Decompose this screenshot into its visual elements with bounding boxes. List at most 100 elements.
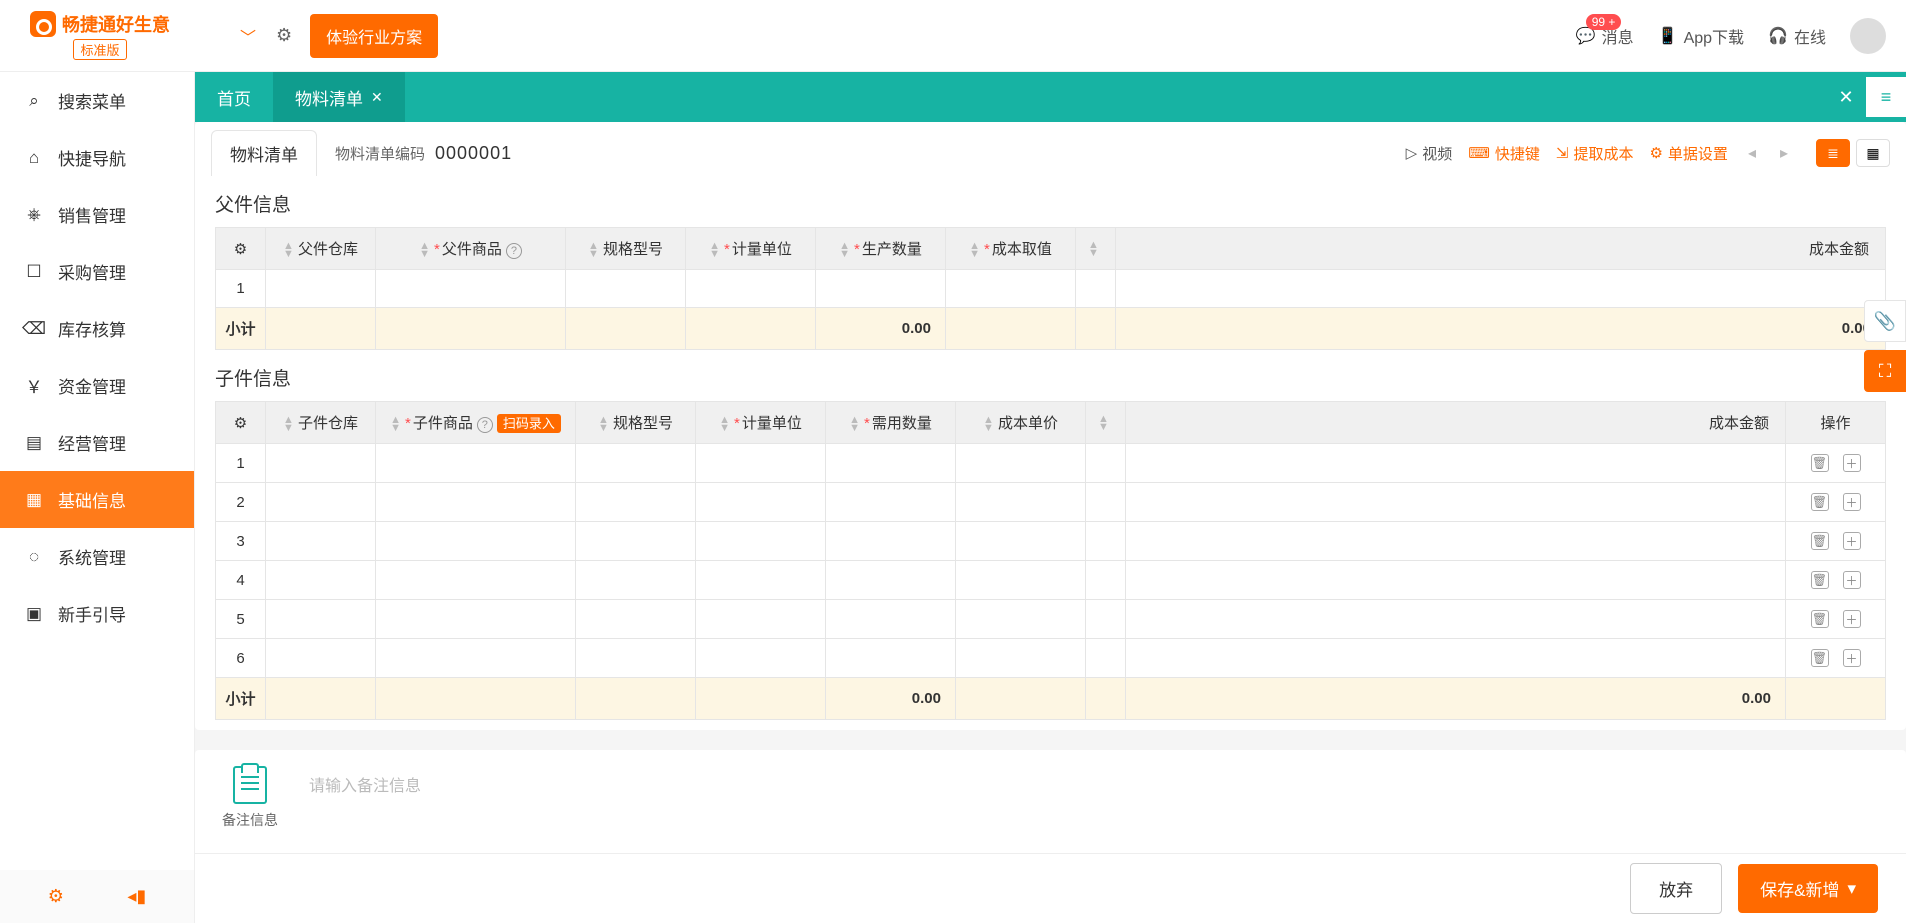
parent-col-blank[interactable]: ▲▼: [1076, 228, 1116, 270]
delete-icon[interactable]: 🗑: [1811, 649, 1829, 667]
video-button[interactable]: ▷视频: [1406, 143, 1453, 164]
sidebar-item-5[interactable]: ￥ 资金管理: [0, 357, 194, 414]
sidebar-item-2[interactable]: ⎈销售管理: [0, 186, 194, 243]
view-grid-button[interactable]: ▦: [1856, 139, 1890, 167]
delete-icon[interactable]: 🗑: [1811, 610, 1829, 628]
sidebar-item-label: 搜索菜单: [58, 88, 126, 113]
sidebar-icon: ￥: [24, 376, 44, 396]
table-row[interactable]: 6🗑＋: [216, 639, 1886, 678]
org-settings-icon[interactable]: ⚙: [276, 25, 292, 46]
sidebar-icon: ⌫: [24, 319, 44, 339]
table-row[interactable]: 3🗑＋: [216, 522, 1886, 561]
user-avatar[interactable]: [1850, 18, 1886, 54]
tab-bar: 首页 物料清单 ✕ ✕ ≡: [195, 72, 1906, 122]
add-row-icon[interactable]: ＋: [1843, 532, 1861, 550]
messages-button[interactable]: 💬 消息 99 +: [1576, 24, 1634, 48]
app-download-button[interactable]: 📱 App下载: [1658, 24, 1744, 48]
parent-section-title: 父件信息: [195, 176, 1906, 227]
sidebar-item-label: 快捷导航: [58, 145, 126, 170]
parent-col-warehouse[interactable]: ▲▼父件仓库: [266, 228, 376, 270]
child-col-product[interactable]: ▲▼*子件商品?扫码录入: [376, 402, 576, 444]
next-icon[interactable]: ▸: [1776, 143, 1792, 163]
delete-icon[interactable]: 🗑: [1811, 571, 1829, 589]
tab-bom[interactable]: 物料清单 ✕: [273, 72, 405, 122]
page-header: 物料清单 物料清单编码 0000001 ▷视频 ⌨快捷键 ⇲提取成本 ⚙单据设置…: [195, 122, 1906, 176]
child-col-qty[interactable]: ▲▼*需用数量: [826, 402, 956, 444]
attachment-button[interactable]: 📎: [1864, 300, 1906, 342]
child-col-unit[interactable]: ▲▼*计量单位: [696, 402, 826, 444]
child-col-price[interactable]: ▲▼成本单价: [956, 402, 1086, 444]
sidebar-icon: ▦: [24, 490, 44, 510]
child-col-spec[interactable]: ▲▼规格型号: [576, 402, 696, 444]
delete-icon[interactable]: 🗑: [1811, 454, 1829, 472]
parent-col-gear[interactable]: ⚙: [216, 228, 266, 270]
headset-icon: 🎧: [1768, 26, 1788, 46]
table-row[interactable]: 5🗑＋: [216, 600, 1886, 639]
child-subtotal-row: 小计0.000.00: [216, 678, 1886, 720]
shortcut-button[interactable]: ⌨快捷键: [1468, 143, 1540, 164]
sidebar-icon: ◌: [24, 547, 44, 567]
sidebar-item-label: 销售管理: [58, 202, 126, 227]
table-row[interactable]: 2🗑＋: [216, 483, 1886, 522]
sidebar-item-label: 资金管理: [58, 373, 126, 398]
add-row-icon[interactable]: ＋: [1843, 493, 1861, 511]
page-tab-bom[interactable]: 物料清单: [211, 130, 317, 176]
sidebar-item-label: 基础信息: [58, 487, 126, 512]
sidebar-item-label: 新手引导: [58, 601, 126, 626]
sidebar-item-4[interactable]: ⌫库存核算: [0, 300, 194, 357]
add-row-icon[interactable]: ＋: [1843, 571, 1861, 589]
sidebar-item-0[interactable]: ⌕搜索菜单: [0, 72, 194, 129]
sidebar-item-1[interactable]: ⌂快捷导航: [0, 129, 194, 186]
extract-cost-button[interactable]: ⇲提取成本: [1556, 143, 1634, 164]
app-download-label: App下载: [1684, 24, 1744, 48]
close-all-tabs-button[interactable]: ✕: [1826, 77, 1866, 117]
online-support-button[interactable]: 🎧 在线: [1768, 24, 1826, 48]
doc-settings-button[interactable]: ⚙单据设置: [1649, 143, 1727, 164]
sidebar-item-7[interactable]: ▦ 基础信息: [0, 471, 194, 528]
child-col-blank[interactable]: ▲▼: [1086, 402, 1126, 444]
sidebar-item-9[interactable]: ▣新手引导: [0, 585, 194, 642]
table-row[interactable]: 1🗑＋: [216, 444, 1886, 483]
gear-icon: ⚙: [1649, 144, 1662, 162]
discard-button[interactable]: 放弃: [1630, 863, 1722, 914]
tab-menu-button[interactable]: ≡: [1866, 77, 1906, 117]
brand-icon: [30, 11, 56, 37]
parent-col-product[interactable]: ▲▼*父件商品?: [376, 228, 566, 270]
view-list-button[interactable]: ≣: [1816, 139, 1850, 167]
child-col-gear[interactable]: ⚙: [216, 402, 266, 444]
parent-col-spec[interactable]: ▲▼规格型号: [566, 228, 686, 270]
parent-col-unit[interactable]: ▲▼*计量单位: [686, 228, 816, 270]
add-row-icon[interactable]: ＋: [1843, 454, 1861, 472]
add-row-icon[interactable]: ＋: [1843, 649, 1861, 667]
info-icon[interactable]: ?: [506, 243, 522, 259]
parent-col-costsrc[interactable]: ▲▼*成本取值: [946, 228, 1076, 270]
parent-col-qty[interactable]: ▲▼*生产数量: [816, 228, 946, 270]
settings-icon[interactable]: ⚙: [48, 886, 64, 907]
sidebar-bottom: ⚙ ◂▮: [0, 870, 194, 923]
add-row-icon[interactable]: ＋: [1843, 610, 1861, 628]
promo-button[interactable]: 体验行业方案: [310, 14, 438, 58]
child-col-costamt[interactable]: 成本金额: [1126, 402, 1786, 444]
close-icon[interactable]: ✕: [371, 89, 383, 106]
delete-icon[interactable]: 🗑: [1811, 532, 1829, 550]
child-col-warehouse[interactable]: ▲▼子件仓库: [266, 402, 376, 444]
parent-col-costamt[interactable]: 成本金额: [1116, 228, 1886, 270]
scan-input-tag[interactable]: 扫码录入: [497, 414, 561, 433]
sidebar-item-label: 经营管理: [58, 430, 126, 455]
org-selector[interactable]: ﹀ ⚙: [230, 24, 292, 48]
remark-input[interactable]: [305, 766, 1886, 809]
info-icon[interactable]: ?: [477, 417, 493, 433]
table-row[interactable]: 4🗑＋: [216, 561, 1886, 600]
prev-icon[interactable]: ◂: [1744, 143, 1760, 163]
expand-button[interactable]: ⛶: [1864, 350, 1906, 392]
delete-icon[interactable]: 🗑: [1811, 493, 1829, 511]
tab-home[interactable]: 首页: [195, 72, 273, 122]
collapse-icon[interactable]: ◂▮: [127, 886, 146, 907]
save-new-button[interactable]: 保存&新增▾: [1738, 864, 1878, 913]
brand-name: 畅捷通好生意: [62, 11, 170, 37]
sidebar-item-6[interactable]: ▤经营管理: [0, 414, 194, 471]
sidebar-item-3[interactable]: ☐采购管理: [0, 243, 194, 300]
table-row[interactable]: 1: [216, 270, 1886, 308]
code-value: 0000001: [435, 143, 512, 164]
sidebar-item-8[interactable]: ◌系统管理: [0, 528, 194, 585]
